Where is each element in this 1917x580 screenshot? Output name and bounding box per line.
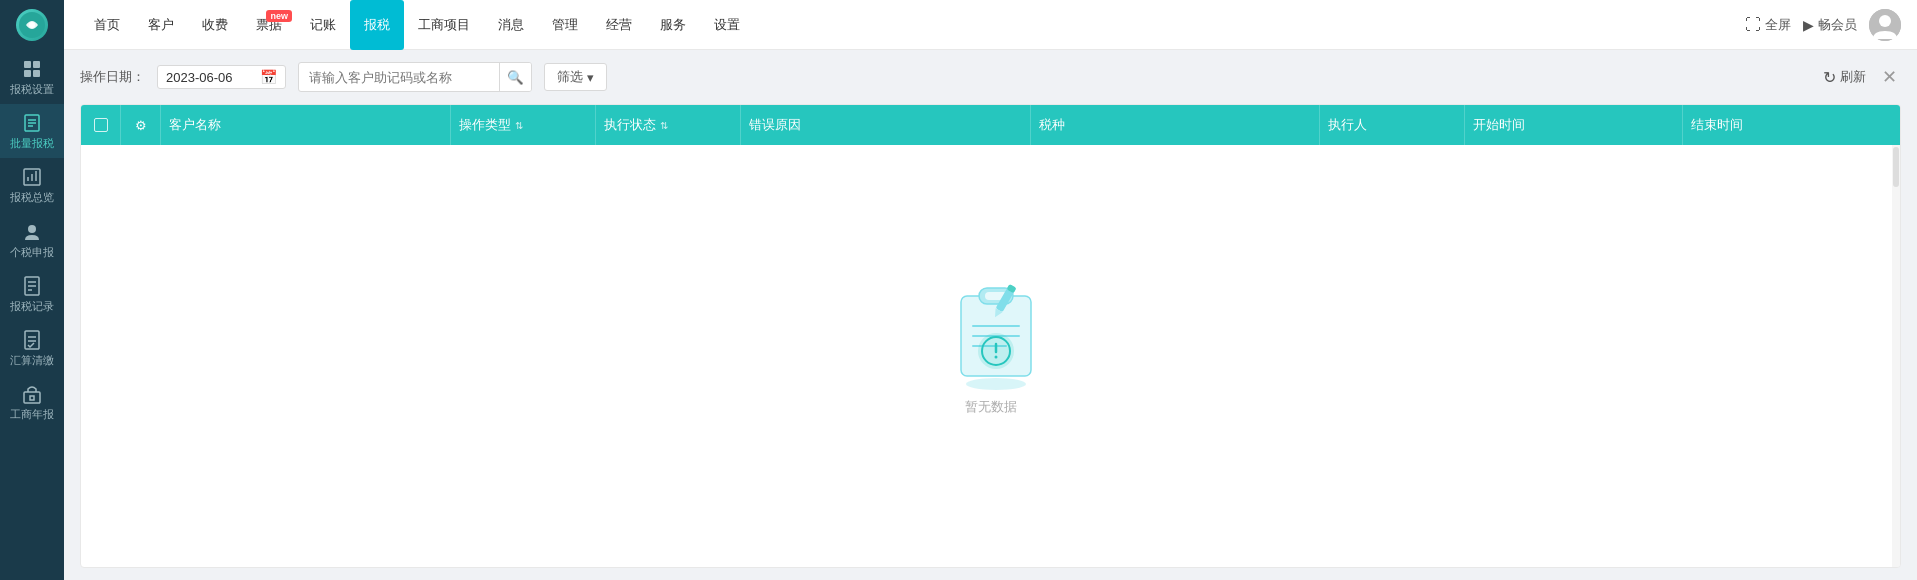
svg-rect-23 [30,396,34,400]
th-starttime: 开始时间 [1465,105,1682,145]
refresh-button[interactable]: ↻ 刷新 [1823,68,1866,87]
svg-rect-19 [25,331,39,349]
baoshuishezhi-icon [21,58,43,80]
member-btn[interactable]: ▶ 畅会员 [1803,16,1857,34]
svg-point-36 [994,356,997,359]
refresh-icon: ↻ [1823,68,1836,87]
nav-item-shoufei[interactable]: 收费 [188,0,242,50]
close-button[interactable]: ✕ [1878,66,1901,88]
th-settings[interactable]: ⚙ [121,105,161,145]
th-taxtype: 税种 [1031,105,1321,145]
nav-item-shezhi[interactable]: 设置 [700,0,754,50]
video-icon: ▶ [1803,17,1814,33]
app-logo[interactable] [0,0,64,50]
sidebar-label-huisuanqingjiao: 汇算清缴 [10,354,54,367]
th-customer: 客户名称 [161,105,451,145]
sidebar-item-geshuishenbao[interactable]: 个税申报 [0,213,64,267]
date-input[interactable] [166,70,256,85]
sidebar-label-baoshuishezhi: 报税设置 [10,83,54,96]
table-body: 暂无数据 [81,145,1900,567]
piao-badge: new [266,10,292,22]
scrollbar[interactable] [1892,145,1900,567]
fullscreen-icon: ⛶ [1745,16,1761,34]
user-avatar[interactable] [1869,9,1901,41]
scroll-thumb[interactable] [1893,147,1899,187]
nav-item-piao[interactable]: 票据 new [242,0,296,50]
nav-right: ⛶ 全屏 ▶ 畅会员 [1745,9,1901,41]
th-optype[interactable]: 操作类型 ⇅ [451,105,596,145]
sidebar-item-piliangbaoshui[interactable]: 批量报税 [0,104,64,158]
chevron-down-icon: ▾ [587,70,594,85]
nav-item-shouye[interactable]: 首页 [80,0,134,50]
th-endtime: 结束时间 [1683,105,1900,145]
date-label: 操作日期： [80,68,145,86]
data-table: ⚙ 客户名称 操作类型 ⇅ 执行状态 ⇅ 错误原因 税种 [80,104,1901,568]
sidebar-item-baoshuijilu[interactable]: 报税记录 [0,267,64,321]
svg-point-26 [966,378,1026,390]
topnav: 首页 客户 收费 票据 new 记账 报税 工商项目 消息 管理 经营 [64,0,1917,50]
settings-icon: ⚙ [135,118,147,133]
sidebar-item-huisuanqingjiao[interactable]: 汇算清缴 [0,321,64,375]
logo-icon [16,9,48,41]
sidebar: 报税设置 批量报税 报税总览 [0,0,64,580]
optype-sort-icon: ⇅ [515,120,523,131]
filter-bar: 操作日期： 📅 🔍 筛选 ▾ ↻ 刷新 ✕ [80,62,1901,92]
nav-item-kehu[interactable]: 客户 [134,0,188,50]
svg-point-1 [29,22,35,28]
sidebar-label-baoshuijilu: 报税记录 [10,300,54,313]
status-sort-icon: ⇅ [660,120,668,131]
piliangbaoshui-icon [21,112,43,134]
sidebar-label-gongshangnianba: 工商年报 [10,408,54,421]
huisuanqingjiao-icon [21,329,43,351]
nav-item-jizhang[interactable]: 记账 [296,0,350,50]
th-errorreason: 错误原因 [741,105,1031,145]
sidebar-label-geshuishenbao: 个税申报 [10,246,54,259]
search-wrap: 🔍 [298,62,532,92]
calendar-icon: 📅 [260,69,277,85]
search-icon: 🔍 [507,70,524,85]
svg-rect-3 [33,61,40,68]
svg-rect-4 [24,70,31,77]
th-status[interactable]: 执行状态 ⇅ [596,105,741,145]
svg-point-25 [1879,15,1891,27]
svg-rect-22 [24,392,40,403]
svg-rect-2 [24,61,31,68]
geshuishenbao-icon [21,221,43,243]
svg-rect-5 [33,70,40,77]
fullscreen-btn[interactable]: ⛶ 全屏 [1745,16,1791,34]
empty-illustration [941,276,1041,386]
baoshuijilu-icon [21,275,43,297]
nav-item-jingying[interactable]: 经营 [592,0,646,50]
nav-item-baoshui[interactable]: 报税 [350,0,404,50]
sidebar-item-gongshangnianba[interactable]: 工商年报 [0,375,64,429]
table-header: ⚙ 客户名称 操作类型 ⇅ 执行状态 ⇅ 错误原因 税种 [81,105,1900,145]
nav-item-guanli[interactable]: 管理 [538,0,592,50]
sidebar-item-baoshuizonlan[interactable]: 报税总览 [0,158,64,212]
nav-item-gongshangxiangmu[interactable]: 工商项目 [404,0,484,50]
sidebar-label-baoshuizonlan: 报税总览 [10,191,54,204]
svg-point-14 [28,225,36,233]
date-picker[interactable]: 📅 [157,65,286,89]
search-input[interactable] [299,66,499,89]
search-button[interactable]: 🔍 [499,63,531,91]
nav-item-xiaoxi[interactable]: 消息 [484,0,538,50]
sidebar-label-piliangbaoshui: 批量报税 [10,137,54,150]
th-checkbox[interactable] [81,105,121,145]
gongshangnianba-icon [21,383,43,405]
baoshuizonlan-icon [21,166,43,188]
main-wrapper: 首页 客户 收费 票据 new 记账 报税 工商项目 消息 管理 经营 [64,0,1917,580]
content-area: 操作日期： 📅 🔍 筛选 ▾ ↻ 刷新 ✕ [64,50,1917,580]
select-all-checkbox[interactable] [94,118,108,132]
empty-text: 暂无数据 [965,398,1017,416]
empty-state: 暂无数据 [941,276,1041,416]
th-executor: 执行人 [1320,105,1465,145]
filter-button[interactable]: 筛选 ▾ [544,63,607,91]
sidebar-item-baoshuishezhi[interactable]: 报税设置 [0,50,64,104]
nav-item-fuwu[interactable]: 服务 [646,0,700,50]
